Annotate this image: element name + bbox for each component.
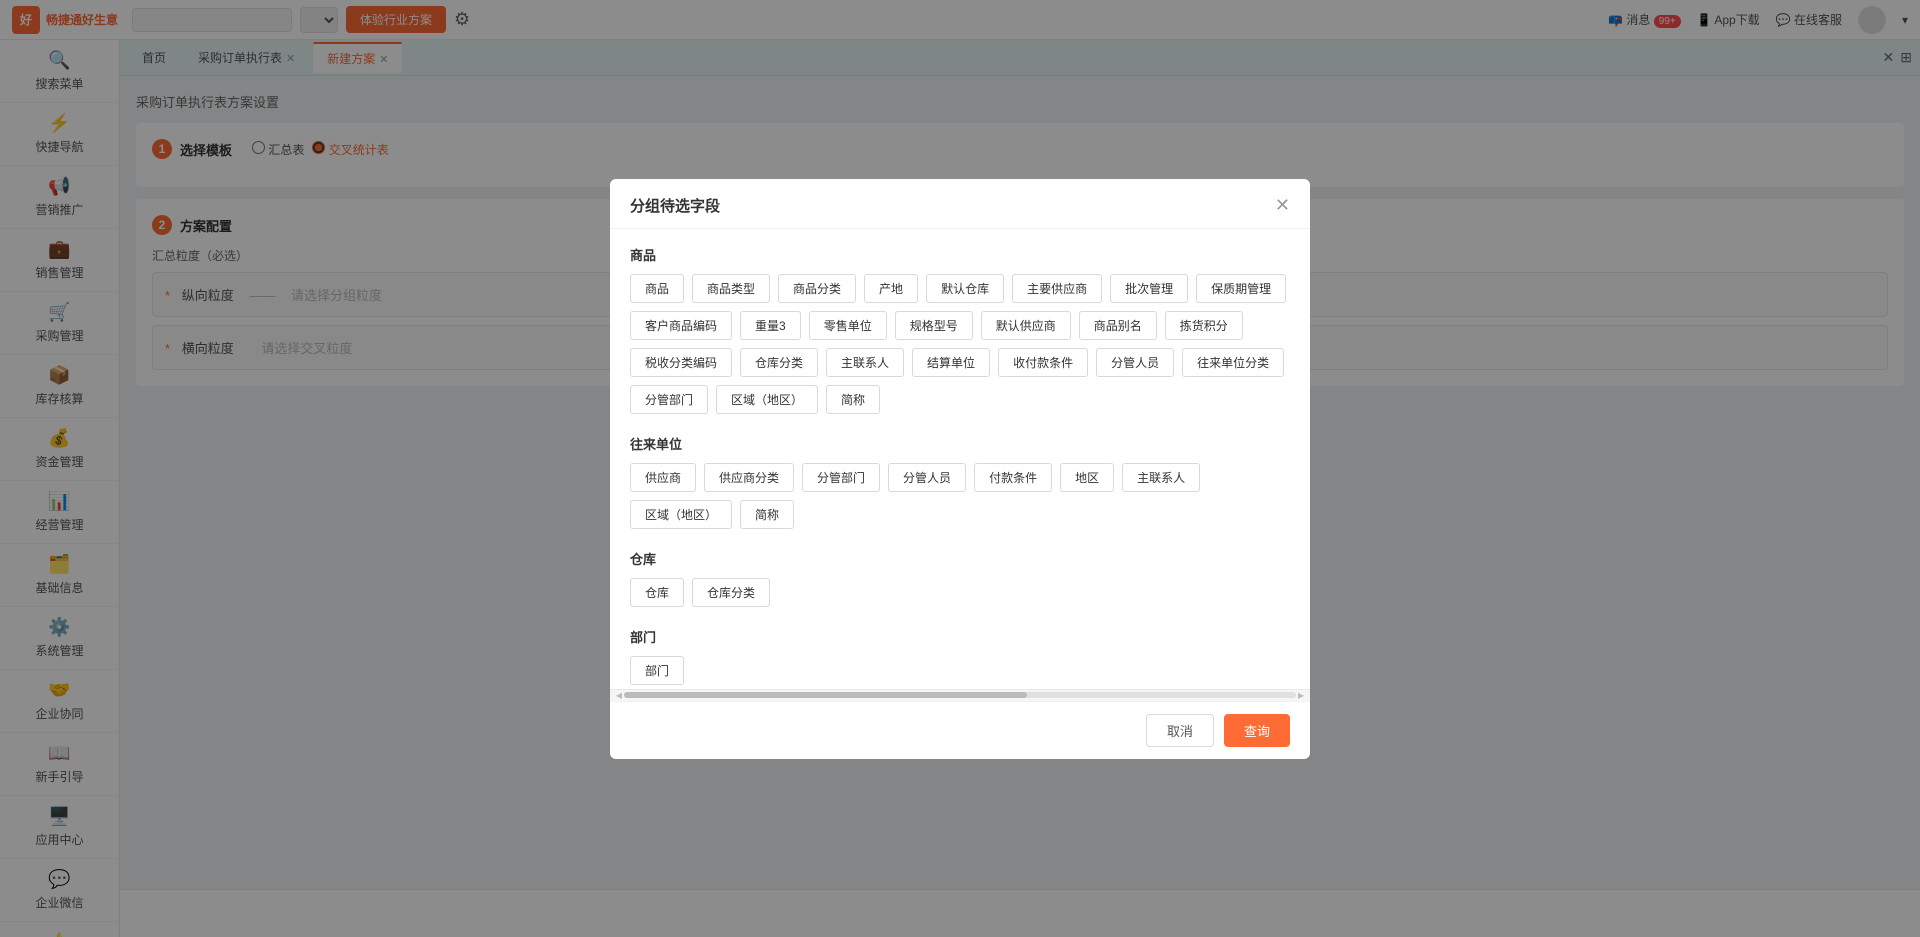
- field-section-商品: 商品商品商品类型商品分类产地默认仓库主要供应商批次管理保质期管理客户商品编码重量…: [630, 245, 1290, 414]
- field-tags-商品: 商品商品类型商品分类产地默认仓库主要供应商批次管理保质期管理客户商品编码重量3 零…: [630, 274, 1290, 414]
- modal-footer: 取消 查询: [610, 701, 1310, 759]
- modal-close-button[interactable]: ✕: [1275, 196, 1290, 214]
- field-tag[interactable]: 商品: [630, 274, 684, 303]
- field-tag[interactable]: 商品别名: [1079, 311, 1157, 340]
- modal-overlay: 分组待选字段 ✕ 商品商品商品类型商品分类产地默认仓库主要供应商批次管理保质期管…: [0, 0, 1920, 937]
- field-tag[interactable]: 默认供应商: [981, 311, 1071, 340]
- field-tag[interactable]: 主联系人: [826, 348, 904, 377]
- field-tag[interactable]: 分管部门: [802, 463, 880, 492]
- section-title-仓库: 仓库: [630, 549, 1290, 568]
- field-tag[interactable]: 供应商: [630, 463, 696, 492]
- field-tag[interactable]: 部门: [630, 656, 684, 685]
- field-tag[interactable]: 产地: [864, 274, 918, 303]
- field-tag[interactable]: 批次管理: [1110, 274, 1188, 303]
- field-tag[interactable]: 主要供应商: [1012, 274, 1102, 303]
- field-tag[interactable]: 区域（地区）: [630, 500, 732, 529]
- modal-title: 分组待选字段: [630, 195, 720, 216]
- cancel-button[interactable]: 取消: [1146, 714, 1214, 747]
- field-tag[interactable]: 分管人员: [888, 463, 966, 492]
- field-tag[interactable]: 简称: [740, 500, 794, 529]
- field-tag[interactable]: 付款条件: [974, 463, 1052, 492]
- scroll-track: [624, 692, 1296, 698]
- field-section-往来单位: 往来单位供应商供应商分类分管部门分管人员付款条件地区主联系人区域（地区） 简称: [630, 434, 1290, 529]
- field-tag[interactable]: 往来单位分类: [1182, 348, 1284, 377]
- field-tag[interactable]: 重量3: [740, 311, 801, 340]
- modal-horizontal-scrollbar[interactable]: ◂ ▸: [610, 689, 1310, 701]
- field-tag[interactable]: 仓库: [630, 578, 684, 607]
- section-title-部门: 部门: [630, 627, 1290, 646]
- modal-header: 分组待选字段 ✕: [610, 179, 1310, 229]
- field-tag[interactable]: 商品类型: [692, 274, 770, 303]
- field-tag[interactable]: 零售单位: [809, 311, 887, 340]
- confirm-button[interactable]: 查询: [1224, 714, 1290, 747]
- field-section-仓库: 仓库仓库仓库分类: [630, 549, 1290, 607]
- field-tag[interactable]: 仓库分类: [740, 348, 818, 377]
- field-tags-往来单位: 供应商供应商分类分管部门分管人员付款条件地区主联系人区域（地区） 简称: [630, 463, 1290, 529]
- field-tag[interactable]: 供应商分类: [704, 463, 794, 492]
- field-tag[interactable]: 地区: [1060, 463, 1114, 492]
- scroll-thumb: [624, 692, 1027, 698]
- field-tag[interactable]: 结算单位: [912, 348, 990, 377]
- field-section-部门: 部门部门: [630, 627, 1290, 685]
- field-tag[interactable]: 默认仓库: [926, 274, 1004, 303]
- modal-dialog: 分组待选字段 ✕ 商品商品商品类型商品分类产地默认仓库主要供应商批次管理保质期管…: [610, 179, 1310, 759]
- field-tag[interactable]: 商品分类: [778, 274, 856, 303]
- field-tags-部门: 部门: [630, 656, 1290, 685]
- field-tag[interactable]: 区域（地区）: [716, 385, 818, 414]
- field-tag[interactable]: 税收分类编码: [630, 348, 732, 377]
- field-tag[interactable]: 拣货积分: [1165, 311, 1243, 340]
- field-tag[interactable]: 主联系人: [1122, 463, 1200, 492]
- field-tag[interactable]: 客户商品编码: [630, 311, 732, 340]
- section-title-往来单位: 往来单位: [630, 434, 1290, 453]
- field-tags-仓库: 仓库仓库分类: [630, 578, 1290, 607]
- field-tag[interactable]: 规格型号: [895, 311, 973, 340]
- field-tag[interactable]: 分管人员: [1096, 348, 1174, 377]
- modal-body[interactable]: 商品商品商品类型商品分类产地默认仓库主要供应商批次管理保质期管理客户商品编码重量…: [610, 229, 1310, 689]
- field-tag[interactable]: 分管部门: [630, 385, 708, 414]
- field-tag[interactable]: 仓库分类: [692, 578, 770, 607]
- field-tag[interactable]: 保质期管理: [1196, 274, 1286, 303]
- section-title-商品: 商品: [630, 245, 1290, 264]
- field-tag[interactable]: 收付款条件: [998, 348, 1088, 377]
- field-tag[interactable]: 简称: [826, 385, 880, 414]
